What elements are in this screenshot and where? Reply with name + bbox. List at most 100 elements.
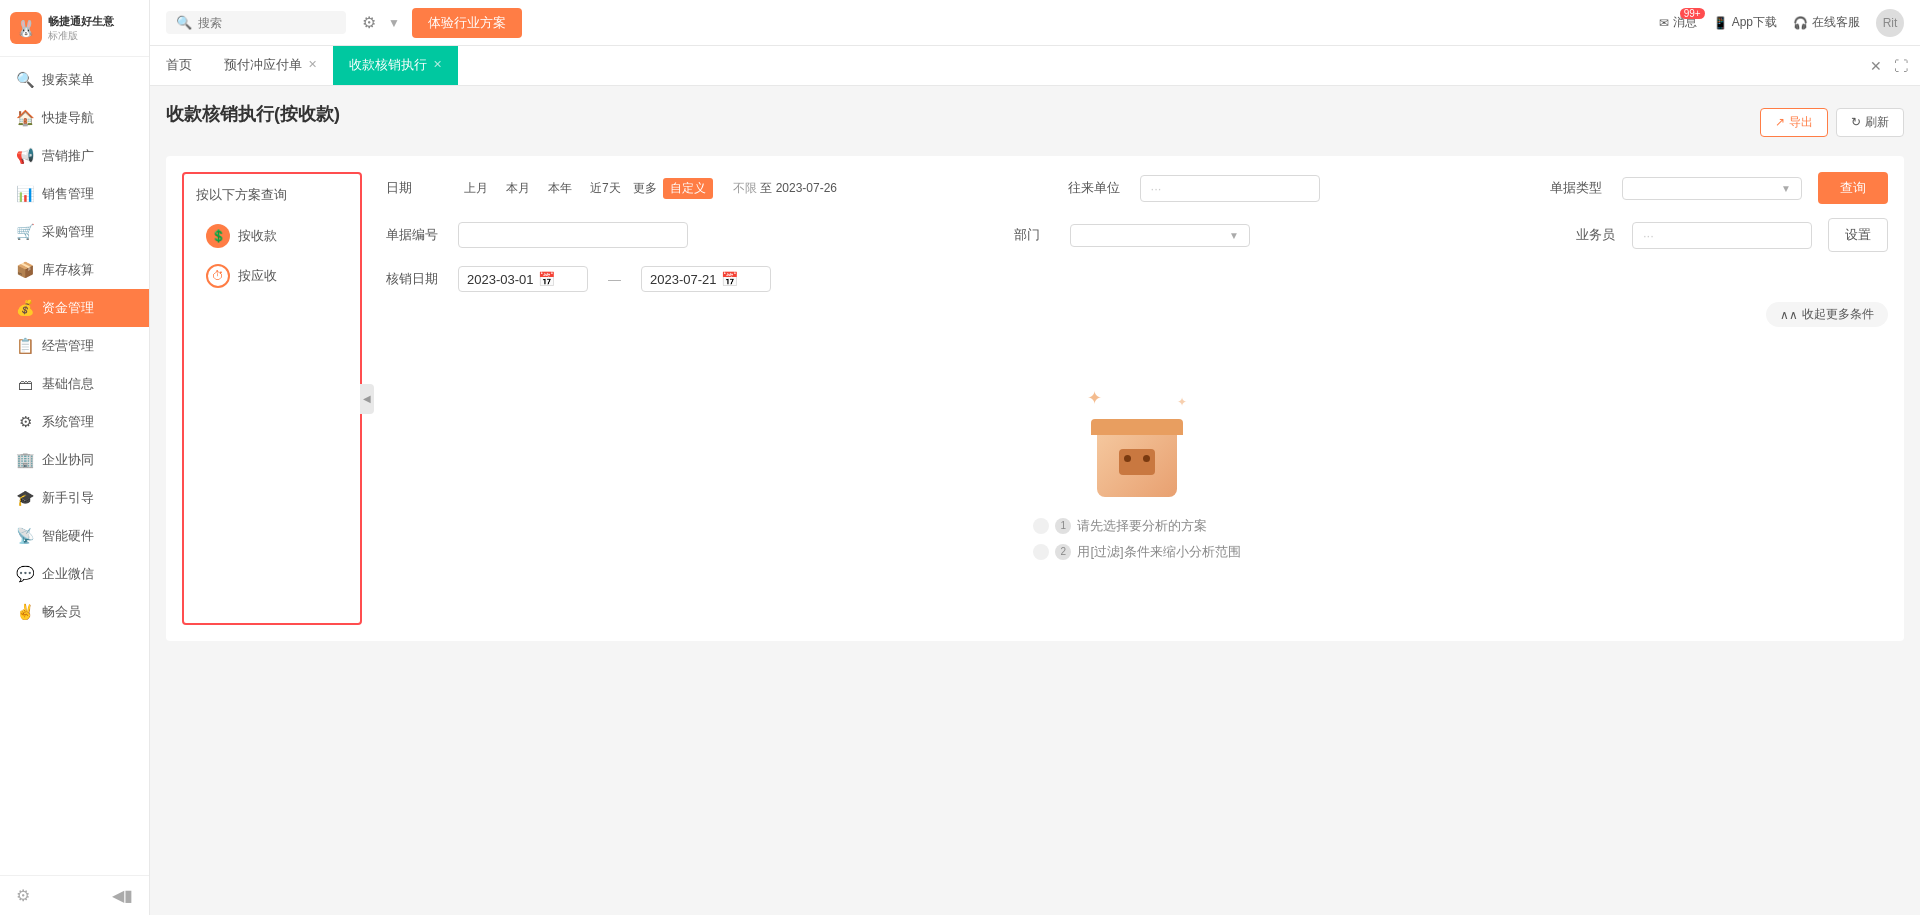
sidebar-item-label: 新手引导 (42, 489, 94, 507)
message-button[interactable]: ✉ 消息 99+ (1659, 14, 1697, 31)
writeoff-date-start-wrap[interactable]: 2023-03-01 📅 (458, 266, 588, 292)
sidebar-item-system[interactable]: ⚙ 系统管理 (0, 403, 149, 441)
sidebar-item-label: 畅会员 (42, 603, 81, 621)
sidebar-item-marketing[interactable]: 📢 营销推广 (0, 137, 149, 175)
date-btn-7days[interactable]: 近7天 (584, 178, 627, 199)
filter-panel: 按以下方案查询 💲 按收款 ⏱ 按应收 ◀ (182, 172, 362, 625)
search-icon: 🔍 (176, 15, 192, 30)
chevron-down-icon[interactable]: ▼ (388, 16, 400, 30)
app-download-button[interactable]: 📱 App下载 (1713, 14, 1777, 31)
sidebar-item-funds[interactable]: 💰 资金管理 (0, 289, 149, 327)
salesperson-label: 业务员 (1576, 226, 1616, 244)
date-btn-last-month[interactable]: 上月 (458, 178, 494, 199)
tab-prepay-close[interactable]: ✕ (308, 58, 317, 71)
page-header-actions: ↗ 导出 ↻ 刷新 (1760, 108, 1904, 137)
collapse-filter-icon[interactable]: ◀ (360, 384, 374, 414)
collapse-sidebar-icon[interactable]: ◀▮ (112, 886, 133, 905)
sidebar-item-basic-info[interactable]: 🗃 基础信息 (0, 365, 149, 403)
doc-type-select[interactable]: ▼ (1622, 177, 1802, 200)
sales-icon: 📊 (16, 185, 34, 203)
sidebar-item-sales[interactable]: 📊 销售管理 (0, 175, 149, 213)
empty-hint-2: 2 用[过滤]条件来缩小分析范围 (1033, 539, 1240, 565)
sidebar-nav: 🔍 搜索菜单 🏠 快捷导航 📢 营销推广 📊 销售管理 🛒 采购管理 📦 库存核… (0, 57, 149, 875)
writeoff-date-label: 核销日期 (386, 270, 442, 288)
query-form: 日期 上月 本月 本年 近7天 更多 自定义 不限 至 (386, 172, 1888, 292)
dept-arrow-icon: ▼ (1229, 230, 1239, 241)
filter-option-by-receipt[interactable]: 💲 按收款 (196, 216, 348, 256)
tab-spacer (458, 46, 1858, 85)
tab-home[interactable]: 首页 (150, 46, 208, 85)
sidebar-item-label: 资金管理 (42, 299, 94, 317)
calendar-start-icon[interactable]: 📅 (538, 271, 555, 287)
writeoff-date-end: 2023-07-21 (650, 272, 717, 287)
doc-type-arrow-icon: ▼ (1781, 183, 1791, 194)
gear-icon[interactable]: ⚙ (362, 13, 376, 32)
tab-receipt-offset[interactable]: 收款核销执行 ✕ (333, 46, 458, 85)
sidebar-item-search-menu[interactable]: 🔍 搜索菜单 (0, 61, 149, 99)
setting-button[interactable]: 设置 (1828, 218, 1888, 252)
app-download-label: App下载 (1732, 14, 1777, 31)
home-icon: 🏠 (16, 109, 34, 127)
logo-icon: 🐰 (10, 12, 42, 44)
doc-no-input[interactable] (458, 222, 688, 248)
dept-select[interactable]: ▼ (1070, 224, 1250, 247)
sidebar-item-label: 企业协同 (42, 451, 94, 469)
sidebar-item-quick-nav[interactable]: 🏠 快捷导航 (0, 99, 149, 137)
industry-solution-button[interactable]: 体验行业方案 (412, 8, 522, 38)
calendar-end-icon[interactable]: 📅 (721, 271, 738, 287)
expand-icon[interactable]: ⛶ (1890, 54, 1912, 78)
counterpart-label: 往来单位 (1068, 179, 1124, 197)
system-icon: ⚙ (16, 413, 34, 431)
user-avatar[interactable]: Rit (1876, 9, 1904, 37)
basic-info-icon: 🗃 (16, 376, 34, 393)
search-input[interactable] (198, 16, 328, 30)
sidebar-item-label: 经营管理 (42, 337, 94, 355)
filter-panel-title: 按以下方案查询 (196, 186, 348, 204)
sidebar-item-wechat[interactable]: 💬 企业微信 (0, 555, 149, 593)
writeoff-date-end-wrap[interactable]: 2023-07-21 📅 (641, 266, 771, 292)
collapse-more-button[interactable]: ∧∧ 收起更多条件 (1766, 302, 1888, 327)
salesperson-select[interactable]: ··· (1632, 222, 1812, 249)
online-service-button[interactable]: 🎧 在线客服 (1793, 14, 1860, 31)
close-tab-icon[interactable]: ✕ (1866, 54, 1886, 78)
counterpart-dots: ··· (1151, 181, 1162, 196)
settings-icon[interactable]: ⚙ (16, 886, 30, 905)
date-custom-badge[interactable]: 自定义 (663, 178, 713, 199)
sidebar-item-enterprise[interactable]: 🏢 企业协同 (0, 441, 149, 479)
tab-receipt-close[interactable]: ✕ (433, 58, 442, 71)
empty-box-face (1119, 449, 1155, 475)
logo-sub: 标准版 (48, 29, 114, 43)
sidebar-item-smart-hw[interactable]: 📡 智能硬件 (0, 517, 149, 555)
sidebar-item-label: 快捷导航 (42, 109, 94, 127)
sidebar-item-label: 搜索菜单 (42, 71, 94, 89)
sidebar-item-label: 基础信息 (42, 375, 94, 393)
sparkle2-icon: ✦ (1177, 395, 1187, 409)
search-box[interactable]: 🔍 (166, 11, 346, 34)
date-btn-more[interactable]: 更多 (633, 180, 657, 197)
tab-prepay-offset[interactable]: 预付冲应付单 ✕ (208, 46, 333, 85)
empty-box-lid (1091, 419, 1183, 435)
right-eye (1143, 455, 1150, 462)
filter-option-by-receivable[interactable]: ⏱ 按应收 (196, 256, 348, 296)
form-row-writeoff-date: 核销日期 2023-03-01 📅 — 2023-07-21 📅 (386, 266, 1888, 292)
sidebar-item-guide[interactable]: 🎓 新手引导 (0, 479, 149, 517)
sidebar-item-inventory[interactable]: 📦 库存核算 (0, 251, 149, 289)
export-button[interactable]: ↗ 导出 (1760, 108, 1828, 137)
left-eye (1124, 455, 1131, 462)
date-display: 不限 至 2023-07-26 (733, 180, 837, 197)
date-btn-this-month[interactable]: 本月 (500, 178, 536, 199)
sidebar-item-purchase[interactable]: 🛒 采购管理 (0, 213, 149, 251)
sidebar-item-operation[interactable]: 📋 经营管理 (0, 327, 149, 365)
query-button[interactable]: 查询 (1818, 172, 1888, 204)
message-icon: ✉ (1659, 16, 1669, 30)
refresh-button[interactable]: ↻ 刷新 (1836, 108, 1904, 137)
sidebar-item-member[interactable]: ✌ 畅会员 (0, 593, 149, 631)
logo-text-block: 畅捷通好生意 标准版 (48, 14, 114, 43)
enterprise-icon: 🏢 (16, 451, 34, 469)
empty-text-list: 1 请先选择要分析的方案 2 用[过滤]条件来缩小分析范围 (1033, 513, 1240, 565)
doc-no-label: 单据编号 (386, 226, 442, 244)
date-btn-this-year[interactable]: 本年 (542, 178, 578, 199)
counterpart-select[interactable]: ··· (1140, 175, 1320, 202)
member-icon: ✌ (16, 603, 34, 621)
by-receipt-icon: 💲 (206, 224, 230, 248)
